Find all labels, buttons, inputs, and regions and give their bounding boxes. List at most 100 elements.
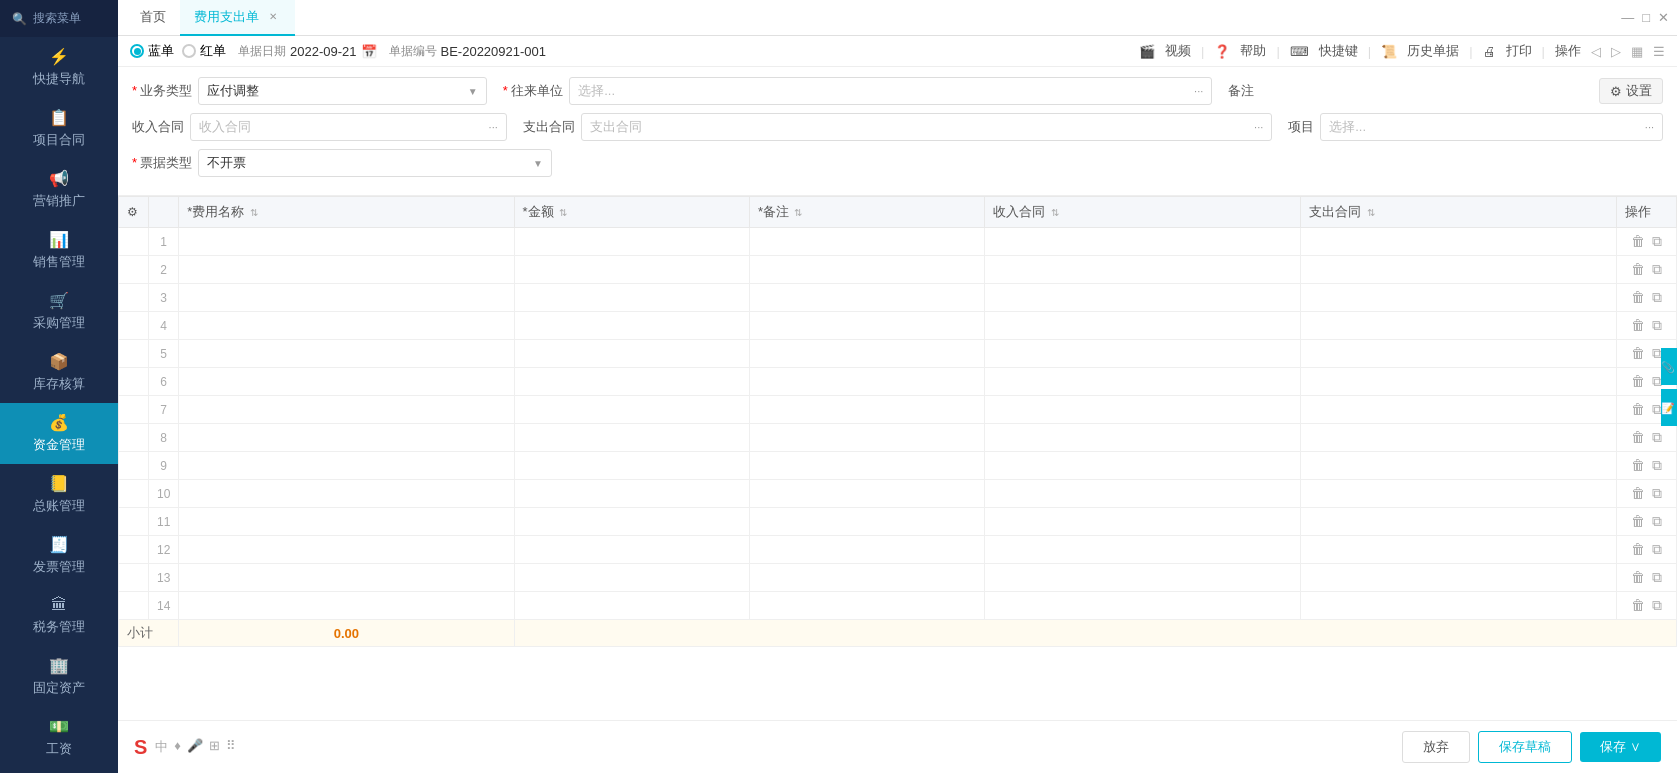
copy-icon[interactable]: ⧉: [1652, 513, 1662, 529]
tab-close-icon[interactable]: ✕: [265, 9, 281, 25]
expense-contract-cell[interactable]: [1301, 396, 1617, 424]
col-config[interactable]: ⚙: [119, 197, 149, 228]
sidebar-item-purchase-mgmt[interactable]: 🛒采购管理: [0, 281, 118, 342]
save-draft-button[interactable]: 保存草稿: [1478, 731, 1572, 763]
income-contract-cell[interactable]: [985, 508, 1301, 536]
remark-cell[interactable]: [750, 564, 985, 592]
calendar-icon[interactable]: 📅: [361, 44, 377, 59]
copy-icon[interactable]: ⧉: [1652, 317, 1662, 333]
remark-cell[interactable]: [750, 340, 985, 368]
help-icon[interactable]: ❓: [1214, 44, 1230, 59]
copy-icon[interactable]: ⧉: [1652, 597, 1662, 613]
amount-cell[interactable]: [514, 396, 749, 424]
copy-icon[interactable]: ⧉: [1652, 485, 1662, 501]
expense-name-cell[interactable]: [179, 424, 514, 452]
income-contract-cell[interactable]: [985, 396, 1301, 424]
expense-name-cell[interactable]: [179, 592, 514, 620]
remark-cell[interactable]: [750, 284, 985, 312]
radio-blue[interactable]: 蓝单: [130, 42, 174, 60]
income-contract-cell[interactable]: [985, 228, 1301, 256]
expense-contract-cell[interactable]: [1301, 480, 1617, 508]
remark-cell[interactable]: [750, 312, 985, 340]
copy-icon[interactable]: ⧉: [1652, 233, 1662, 249]
amount-cell[interactable]: [514, 592, 749, 620]
income-contract-cell[interactable]: [985, 536, 1301, 564]
delete-icon[interactable]: 🗑: [1631, 597, 1645, 613]
income-contract-cell[interactable]: [985, 256, 1301, 284]
col-income-contract[interactable]: 收入合同 ⇅: [985, 197, 1301, 228]
income-contract-cell[interactable]: [985, 452, 1301, 480]
amount-cell[interactable]: [514, 424, 749, 452]
window-minimize-icon[interactable]: —: [1621, 10, 1634, 25]
window-close-icon[interactable]: ✕: [1658, 10, 1669, 25]
remark-cell[interactable]: [750, 452, 985, 480]
history-label[interactable]: 历史单据: [1407, 42, 1459, 60]
tab-expense-bill[interactable]: 费用支出单 ✕: [180, 0, 295, 36]
delete-icon[interactable]: 🗑: [1631, 541, 1645, 557]
remark-cell[interactable]: [750, 508, 985, 536]
delete-icon[interactable]: 🗑: [1631, 569, 1645, 585]
discard-button[interactable]: 放弃: [1402, 731, 1470, 763]
history-icon[interactable]: 📜: [1381, 44, 1397, 59]
expense-name-cell[interactable]: [179, 256, 514, 284]
copy-icon[interactable]: ⧉: [1652, 569, 1662, 585]
project-input[interactable]: 选择... ···: [1320, 113, 1663, 141]
expense-name-cell[interactable]: [179, 480, 514, 508]
col-remark[interactable]: *备注 ⇅: [750, 197, 985, 228]
amount-cell[interactable]: [514, 256, 749, 284]
sidebar-item-ledger[interactable]: 📒总账管理: [0, 464, 118, 525]
remark-cell[interactable]: [750, 536, 985, 564]
expense-contract-cell[interactable]: [1301, 312, 1617, 340]
radio-red[interactable]: 红单: [182, 42, 226, 60]
toolbar-grid-icon[interactable]: ▦: [1631, 44, 1643, 59]
delete-icon[interactable]: 🗑: [1631, 261, 1645, 277]
expense-name-cell[interactable]: [179, 284, 514, 312]
expense-name-cell[interactable]: [179, 368, 514, 396]
expense-contract-cell[interactable]: [1301, 564, 1617, 592]
income-contract-cell[interactable]: [985, 480, 1301, 508]
expense-contract-cell[interactable]: [1301, 424, 1617, 452]
sidebar-item-ops-mgmt[interactable]: 📈经营管理: [0, 768, 118, 773]
delete-icon[interactable]: 🗑: [1631, 457, 1645, 473]
expense-name-cell[interactable]: [179, 536, 514, 564]
sidebar-item-capital-mgmt[interactable]: 💰资金管理: [0, 403, 118, 464]
window-maximize-icon[interactable]: □: [1642, 10, 1650, 25]
tab-home[interactable]: 首页: [126, 0, 180, 36]
expense-name-cell[interactable]: [179, 452, 514, 480]
sidebar-search[interactable]: 🔍 搜索菜单: [0, 0, 118, 37]
remark-cell[interactable]: [750, 228, 985, 256]
delete-icon[interactable]: 🗑: [1631, 373, 1645, 389]
sidebar-item-project-contract[interactable]: 📋项目合同: [0, 98, 118, 159]
delete-icon[interactable]: 🗑: [1631, 317, 1645, 333]
save-button[interactable]: 保存 ∨: [1580, 732, 1661, 762]
sidebar-item-inventory[interactable]: 📦库存核算: [0, 342, 118, 403]
income-contract-input[interactable]: 收入合同 ···: [190, 113, 507, 141]
attachment-panel[interactable]: 📎: [1661, 348, 1677, 385]
video-label[interactable]: 视频: [1165, 42, 1191, 60]
sidebar-item-fixed-assets[interactable]: 🏢固定资产: [0, 646, 118, 707]
copy-icon[interactable]: ⧉: [1652, 541, 1662, 557]
expense-name-cell[interactable]: [179, 396, 514, 424]
expense-name-cell[interactable]: [179, 508, 514, 536]
sidebar-item-tax-mgmt[interactable]: 🏛税务管理: [0, 586, 118, 646]
expense-contract-cell[interactable]: [1301, 284, 1617, 312]
biz-type-select[interactable]: 应付调整 ▼: [198, 77, 486, 105]
income-contract-cell[interactable]: [985, 340, 1301, 368]
sidebar-item-invoice-mgmt[interactable]: 🧾发票管理: [0, 525, 118, 586]
expense-contract-cell[interactable]: [1301, 256, 1617, 284]
delete-icon[interactable]: 🗑: [1631, 345, 1645, 361]
remark-cell[interactable]: [750, 480, 985, 508]
col-amount[interactable]: *金额 ⇅: [514, 197, 749, 228]
amount-cell[interactable]: [514, 508, 749, 536]
print-icon[interactable]: 🖨: [1483, 44, 1496, 59]
shortcut-label[interactable]: 快捷键: [1319, 42, 1358, 60]
income-contract-cell[interactable]: [985, 592, 1301, 620]
amount-cell[interactable]: [514, 452, 749, 480]
toolbar-next-icon[interactable]: ▷: [1611, 44, 1621, 59]
video-icon[interactable]: 🎬: [1139, 44, 1155, 59]
sidebar-item-marketing[interactable]: 📢营销推广: [0, 159, 118, 220]
shortcut-icon[interactable]: ⌨: [1290, 44, 1309, 59]
remark-cell[interactable]: [750, 592, 985, 620]
amount-cell[interactable]: [514, 480, 749, 508]
sidebar-item-quick-nav[interactable]: ⚡快捷导航: [0, 37, 118, 98]
